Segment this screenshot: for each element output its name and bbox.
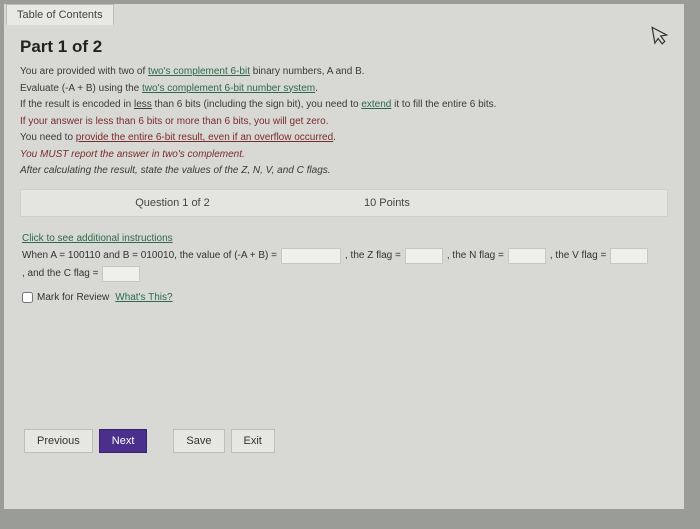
content-area: Part 1 of 2 You are provided with two of… — [4, 25, 684, 317]
provide-result-link[interactable]: provide the entire 6-bit result, even if… — [76, 132, 333, 143]
previous-button[interactable]: Previous — [24, 429, 93, 453]
answer-input-c[interactable] — [102, 266, 140, 282]
inst-warning: If your answer is less than 6 bits or mo… — [20, 115, 668, 130]
inst-must-report: You MUST report the answer in two's comp… — [20, 148, 668, 163]
inst-text: binary numbers, A and B. — [250, 66, 365, 77]
inst-flags: After calculating the result, state the … — [20, 164, 668, 179]
label-nflag: , the N flag = — [447, 250, 504, 261]
inst-text: than 6 bits (including the sign bit), yo… — [152, 99, 362, 110]
inst-text: . — [333, 132, 336, 143]
part-heading: Part 1 of 2 — [20, 37, 668, 57]
mark-for-review-row: Mark for Review What's This? — [22, 292, 666, 303]
question-bar: Question 1 of 2 10 Points — [20, 189, 668, 217]
inst-text: If the result is encoded in — [20, 99, 134, 110]
additional-instructions-link[interactable]: Click to see additional instructions — [22, 233, 173, 244]
question-body: Click to see additional instructions Whe… — [20, 229, 668, 309]
inst-text: You need to — [20, 132, 76, 143]
nav-bar: Previous Next Save Exit — [24, 429, 275, 453]
label-vflag: , the V flag = — [550, 250, 606, 261]
mark-for-review-checkbox[interactable] — [22, 292, 33, 303]
save-button[interactable]: Save — [173, 429, 224, 453]
page: Table of Contents Part 1 of 2 You are pr… — [4, 4, 684, 509]
label-zflag: , the Z flag = — [345, 250, 401, 261]
inst-text: it to fill the entire 6 bits. — [391, 99, 496, 110]
answer-input-n[interactable] — [508, 248, 546, 264]
toc-tab[interactable]: Table of Contents — [6, 4, 114, 25]
twos-complement-link[interactable]: two's complement 6-bit — [148, 66, 250, 77]
inst-text: . — [315, 83, 318, 94]
mark-for-review-label: Mark for Review — [37, 292, 109, 303]
label-cflag: , and the C flag = — [22, 268, 98, 279]
inst-underline: less — [134, 99, 152, 110]
extend-link[interactable]: extend — [361, 99, 391, 110]
inst-text: Evaluate (-A + B) using the — [20, 83, 142, 94]
exit-button[interactable]: Exit — [231, 429, 275, 453]
question-points: 10 Points — [324, 197, 667, 209]
number-system-link[interactable]: two's complement 6-bit number system — [142, 83, 315, 94]
inst-text: You are provided with two of — [20, 66, 148, 77]
whats-this-link[interactable]: What's This? — [115, 292, 172, 303]
answer-input-v[interactable] — [610, 248, 648, 264]
answer-line: When A = 100110 and B = 010010, the valu… — [22, 248, 666, 282]
instructions-block: You are provided with two of two's compl… — [20, 65, 668, 179]
question-number: Question 1 of 2 — [21, 197, 324, 209]
answer-input-result[interactable] — [281, 248, 341, 264]
question-prompt: When A = 100110 and B = 010010, the valu… — [22, 250, 277, 261]
answer-input-z[interactable] — [405, 248, 443, 264]
next-button[interactable]: Next — [99, 429, 148, 453]
